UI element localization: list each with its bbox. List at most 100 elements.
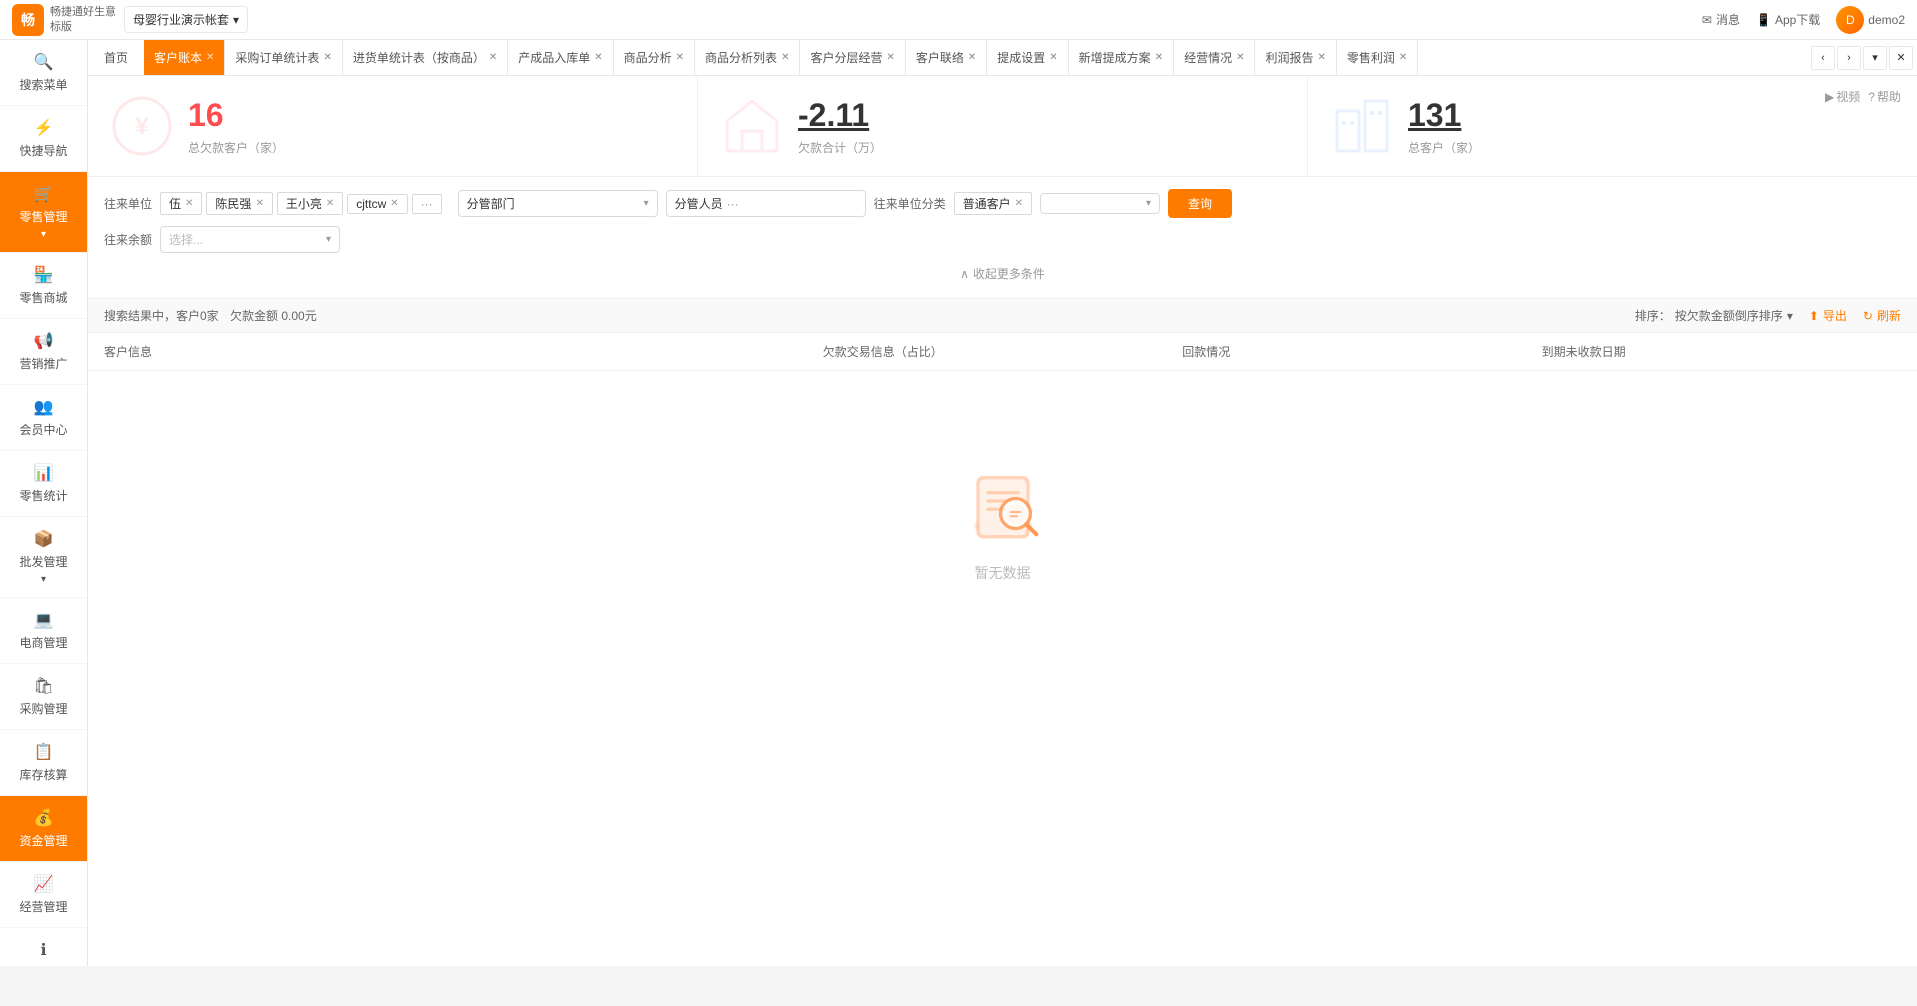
tab-goods-analysis-list[interactable]: 商品分析列表 ✕ xyxy=(695,40,800,75)
sidebar-item-member[interactable]: 👥 会员中心 xyxy=(0,385,87,451)
tabs-next-btn[interactable]: › xyxy=(1837,46,1861,70)
chevron-down-icon: ▾ xyxy=(1146,198,1151,209)
message-action[interactable]: ✉ 消息 xyxy=(1702,11,1740,28)
filter-tag-close-wu[interactable]: ✕ xyxy=(185,198,193,209)
sidebar-item-purchase[interactable]: 🛍 采购管理 xyxy=(0,664,87,730)
sidebar-item-label: 零售管理 xyxy=(19,208,67,225)
refresh-button[interactable]: ↻ 刷新 xyxy=(1863,307,1901,324)
logo-icon: 畅 xyxy=(12,4,44,36)
tab-close-icon[interactable]: ✕ xyxy=(1049,52,1057,63)
top-bar-right: ✉ 消息 📱 App下载 D demo2 xyxy=(1702,6,1905,34)
tab-purchase-goods-stats[interactable]: 进货单统计表（按商品） ✕ xyxy=(343,40,508,75)
tab-new-commission[interactable]: 新增提成方案 ✕ xyxy=(1069,40,1174,75)
tab-close-icon[interactable]: ✕ xyxy=(676,52,684,63)
stat-all-customers-info: 131 总客户（家） xyxy=(1408,96,1480,155)
tab-retail-profit[interactable]: 零售利润 ✕ xyxy=(1337,40,1418,75)
filter-person-select[interactable]: 分管人员 ··· xyxy=(666,190,866,217)
query-button[interactable]: 查询 xyxy=(1168,189,1232,218)
stats-row: ¥ 16 总欠款客户（家） xyxy=(88,76,1917,177)
user-action[interactable]: D demo2 xyxy=(1836,6,1905,34)
filter-tag-more[interactable]: ··· xyxy=(412,194,442,214)
help-icon: ? xyxy=(1868,90,1875,104)
filter-tag-close-chen[interactable]: ✕ xyxy=(255,198,263,209)
tab-close-icon[interactable]: ✕ xyxy=(1399,52,1407,63)
export-label: 导出 xyxy=(1823,307,1847,324)
tab-close-icon[interactable]: ✕ xyxy=(1318,52,1326,63)
tab-purchase-order-stats[interactable]: 采购订单统计表 ✕ xyxy=(225,40,342,75)
sidebar-item-marketing[interactable]: 📢 营销推广 xyxy=(0,319,87,385)
refresh-icon: ↻ xyxy=(1863,309,1873,323)
sidebar-item-retail[interactable]: 🛒 零售管理 ▾ xyxy=(0,172,87,253)
app-download-action[interactable]: 📱 App下载 xyxy=(1756,11,1820,28)
filter-tag-close-wang[interactable]: ✕ xyxy=(326,198,334,209)
tab-close-icon[interactable]: ✕ xyxy=(206,52,214,63)
filters-section: 往来单位 伍 ✕ 陈民强 ✕ 王小亮 ✕ xyxy=(88,177,1917,299)
tabs-close-all-btn[interactable]: ✕ xyxy=(1889,46,1913,70)
chevron-down-icon: ▾ xyxy=(41,229,46,240)
sidebar-item-label: 采购管理 xyxy=(19,700,67,717)
tab-close-icon[interactable]: ✕ xyxy=(968,52,976,63)
tab-customer-ledger[interactable]: 客户账本 ✕ xyxy=(144,40,225,75)
filter-balance-select[interactable]: 选择... ▾ xyxy=(160,226,340,253)
tab-close-icon[interactable]: ✕ xyxy=(886,52,894,63)
tab-customer-tier[interactable]: 客户分层经营 ✕ xyxy=(800,40,905,75)
stat-block-all-customers: 131 总客户（家） ▶ 视频 ? 帮助 xyxy=(1308,76,1917,176)
sidebar: 🔍 搜索菜单 ⚡ 快捷导航 🛒 零售管理 ▾ 🏪 零售商城 📢 营销推广 👥 会… xyxy=(0,40,88,966)
tab-label: 客户账本 xyxy=(154,49,202,66)
main-layout: 🔍 搜索菜单 ⚡ 快捷导航 🛒 零售管理 ▾ 🏪 零售商城 📢 营销推广 👥 会… xyxy=(0,40,1917,966)
table-header: 客户信息 欠款交易信息（占比） 回款情况 到期未收款日期 xyxy=(88,333,1917,371)
sidebar-item-search[interactable]: 🔍 搜索菜单 xyxy=(0,40,87,106)
store-selector[interactable]: 母婴行业演示帐套 ▾ xyxy=(124,6,248,33)
tab-close-icon[interactable]: ✕ xyxy=(1155,52,1163,63)
sidebar-item-retailstat[interactable]: 📊 零售统计 xyxy=(0,451,87,517)
tab-close-icon[interactable]: ✕ xyxy=(489,52,497,63)
filter-tag-normal-customer: 普通客户 ✕ xyxy=(954,192,1032,215)
sidebar-item-finance[interactable]: 💰 资金管理 xyxy=(0,796,87,862)
sidebar-item-wholesale[interactable]: 📦 批发管理 ▾ xyxy=(0,517,87,598)
chevron-down-icon: ▾ xyxy=(41,574,46,585)
main-content: ¥ 16 总欠款客户（家） xyxy=(88,76,1917,966)
top-bar-left: 畅 畅捷通好生意 标版 母婴行业演示帐套 ▾ xyxy=(12,4,248,36)
tab-goods-analysis[interactable]: 商品分析 ✕ xyxy=(614,40,695,75)
sidebar-item-inventory[interactable]: 📋 库存核算 xyxy=(0,730,87,796)
tab-profit-report[interactable]: 利润报告 ✕ xyxy=(1255,40,1336,75)
sort-selector[interactable]: 排序： 按欠款金额倒序排序 ▾ xyxy=(1635,307,1793,324)
video-help-link[interactable]: ▶ 视频 xyxy=(1825,88,1860,105)
empty-state: 暂无数据 xyxy=(88,371,1917,663)
stat-customers-label: 总欠款客户（家） xyxy=(188,139,284,156)
sidebar-item-basics[interactable]: ℹ 基础信息 xyxy=(0,928,87,966)
filter-dept-select[interactable]: 分管部门 ▾ xyxy=(458,190,658,217)
tab-close-icon[interactable]: ✕ xyxy=(781,52,789,63)
filter-tag-close-cjttcw[interactable]: ✕ xyxy=(390,198,398,209)
sidebar-item-quicknav[interactable]: ⚡ 快捷导航 xyxy=(0,106,87,172)
filter-tag-wu: 伍 ✕ xyxy=(160,192,202,215)
chevron-down-icon: ▾ xyxy=(1787,309,1793,323)
export-button[interactable]: ⬆ 导出 xyxy=(1809,307,1847,324)
tab-label: 采购订单统计表 xyxy=(235,49,319,66)
tab-commission-settings[interactable]: 提成设置 ✕ xyxy=(987,40,1068,75)
sidebar-item-label: 零售统计 xyxy=(19,487,67,504)
tab-customer-contact[interactable]: 客户联络 ✕ xyxy=(906,40,987,75)
tabs-prev-btn[interactable]: ‹ xyxy=(1811,46,1835,70)
stat-debt-icon xyxy=(722,96,782,156)
col-debt-info: 欠款交易信息（占比） xyxy=(823,343,1182,360)
sidebar-item-label: 零售商城 xyxy=(19,289,67,306)
tab-label: 商品分析列表 xyxy=(705,49,777,66)
tabs-menu-btn[interactable]: ▾ xyxy=(1863,46,1887,70)
help-link[interactable]: ? 帮助 xyxy=(1868,88,1901,105)
sidebar-item-operations[interactable]: 📈 经营管理 xyxy=(0,862,87,928)
collapse-label: 收起更多条件 xyxy=(973,265,1045,282)
sidebar-item-mall[interactable]: 🏪 零售商城 xyxy=(0,253,87,319)
tab-close-icon[interactable]: ✕ xyxy=(1236,52,1244,63)
collapse-button[interactable]: ∧ 收起更多条件 xyxy=(104,261,1901,286)
tab-production[interactable]: 产成品入库单 ✕ xyxy=(508,40,613,75)
filter-tag-close-normal[interactable]: ✕ xyxy=(1015,198,1023,209)
tab-close-icon[interactable]: ✕ xyxy=(594,52,602,63)
tab-business-status[interactable]: 经营情况 ✕ xyxy=(1174,40,1255,75)
retailstat-icon: 📊 xyxy=(34,463,54,483)
stat-debt-value: -2.11 xyxy=(798,96,882,134)
tab-close-icon[interactable]: ✕ xyxy=(323,52,331,63)
filter-category-select[interactable]: ▾ xyxy=(1040,193,1160,214)
tab-home[interactable]: 首页 xyxy=(88,40,144,75)
sidebar-item-ecommerce[interactable]: 💻 电商管理 xyxy=(0,598,87,664)
